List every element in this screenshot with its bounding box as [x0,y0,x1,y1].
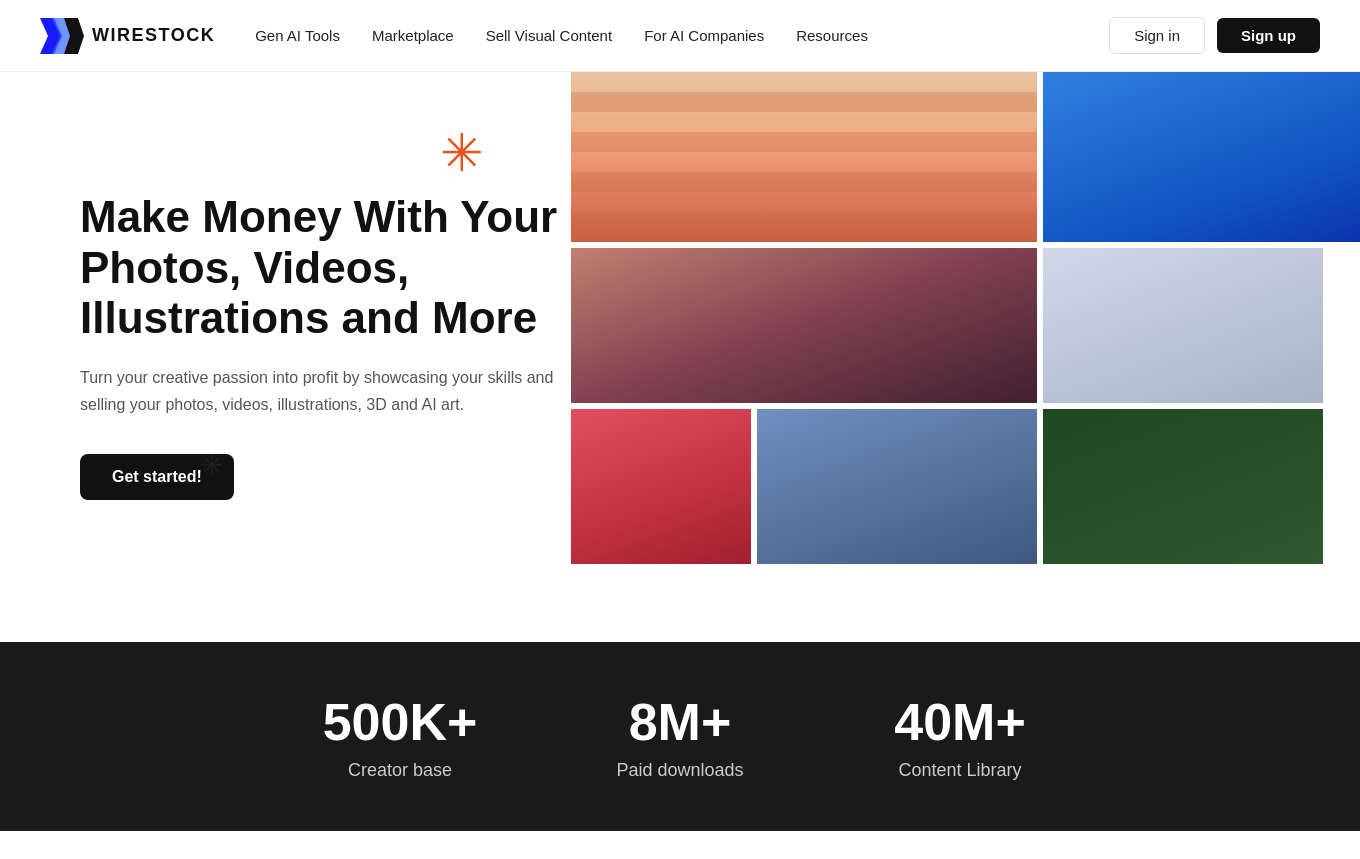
hero-title: Make Money With Your Photos, Videos, Ill… [80,192,613,344]
hero-image-cyclist [757,409,1037,564]
stat-content-library-label: Content Library [840,760,1080,781]
stat-paid-downloads-label: Paid downloads [560,760,800,781]
stat-creator-base-label: Creator base [280,760,520,781]
hero-section: ✳ ✳ Make Money With Your Photos, Videos,… [0,72,1360,642]
nav-item-marketplace[interactable]: Marketplace [372,27,454,45]
navbar: WIRESTOCK Gen AI Tools Marketplace Sell … [0,0,1360,72]
stat-paid-downloads-number: 8M+ [560,692,800,752]
hero-image-building [1043,248,1323,403]
nav-item-gen-ai[interactable]: Gen AI Tools [255,27,340,45]
signup-button[interactable]: Sign up [1217,18,1320,53]
hero-content: ✳ ✳ Make Money With Your Photos, Videos,… [0,72,653,560]
stat-paid-downloads: 8M+ Paid downloads [540,692,820,781]
logo[interactable]: WIRESTOCK [40,18,215,54]
nav-item-sell[interactable]: Sell Visual Content [486,27,612,45]
nav-item-ai-companies[interactable]: For AI Companies [644,27,764,45]
nav-item-resources[interactable]: Resources [796,27,868,45]
navbar-left: WIRESTOCK Gen AI Tools Marketplace Sell … [40,18,868,54]
hero-image-blue [1043,72,1360,242]
stat-creator-base: 500K+ Creator base [260,692,540,781]
logo-icon [40,18,84,54]
nav-links: Gen AI Tools Marketplace Sell Visual Con… [255,27,868,45]
navbar-right: Sign in Sign up [1109,17,1320,54]
stat-content-library-number: 40M+ [840,692,1080,752]
hero-subtitle: Turn your creative passion into profit b… [80,364,600,418]
hero-image-grid [571,72,1360,642]
stats-section: 500K+ Creator base 8M+ Paid downloads 40… [0,642,1360,831]
star-decoration-small: ✳ [200,452,223,480]
logo-text: WIRESTOCK [92,25,215,46]
stat-content-library: 40M+ Content Library [820,692,1100,781]
stat-creator-base-number: 500K+ [280,692,520,752]
signin-button[interactable]: Sign in [1109,17,1205,54]
star-decoration-big: ✳ [440,127,484,179]
hero-image-butterfly [1043,409,1323,564]
